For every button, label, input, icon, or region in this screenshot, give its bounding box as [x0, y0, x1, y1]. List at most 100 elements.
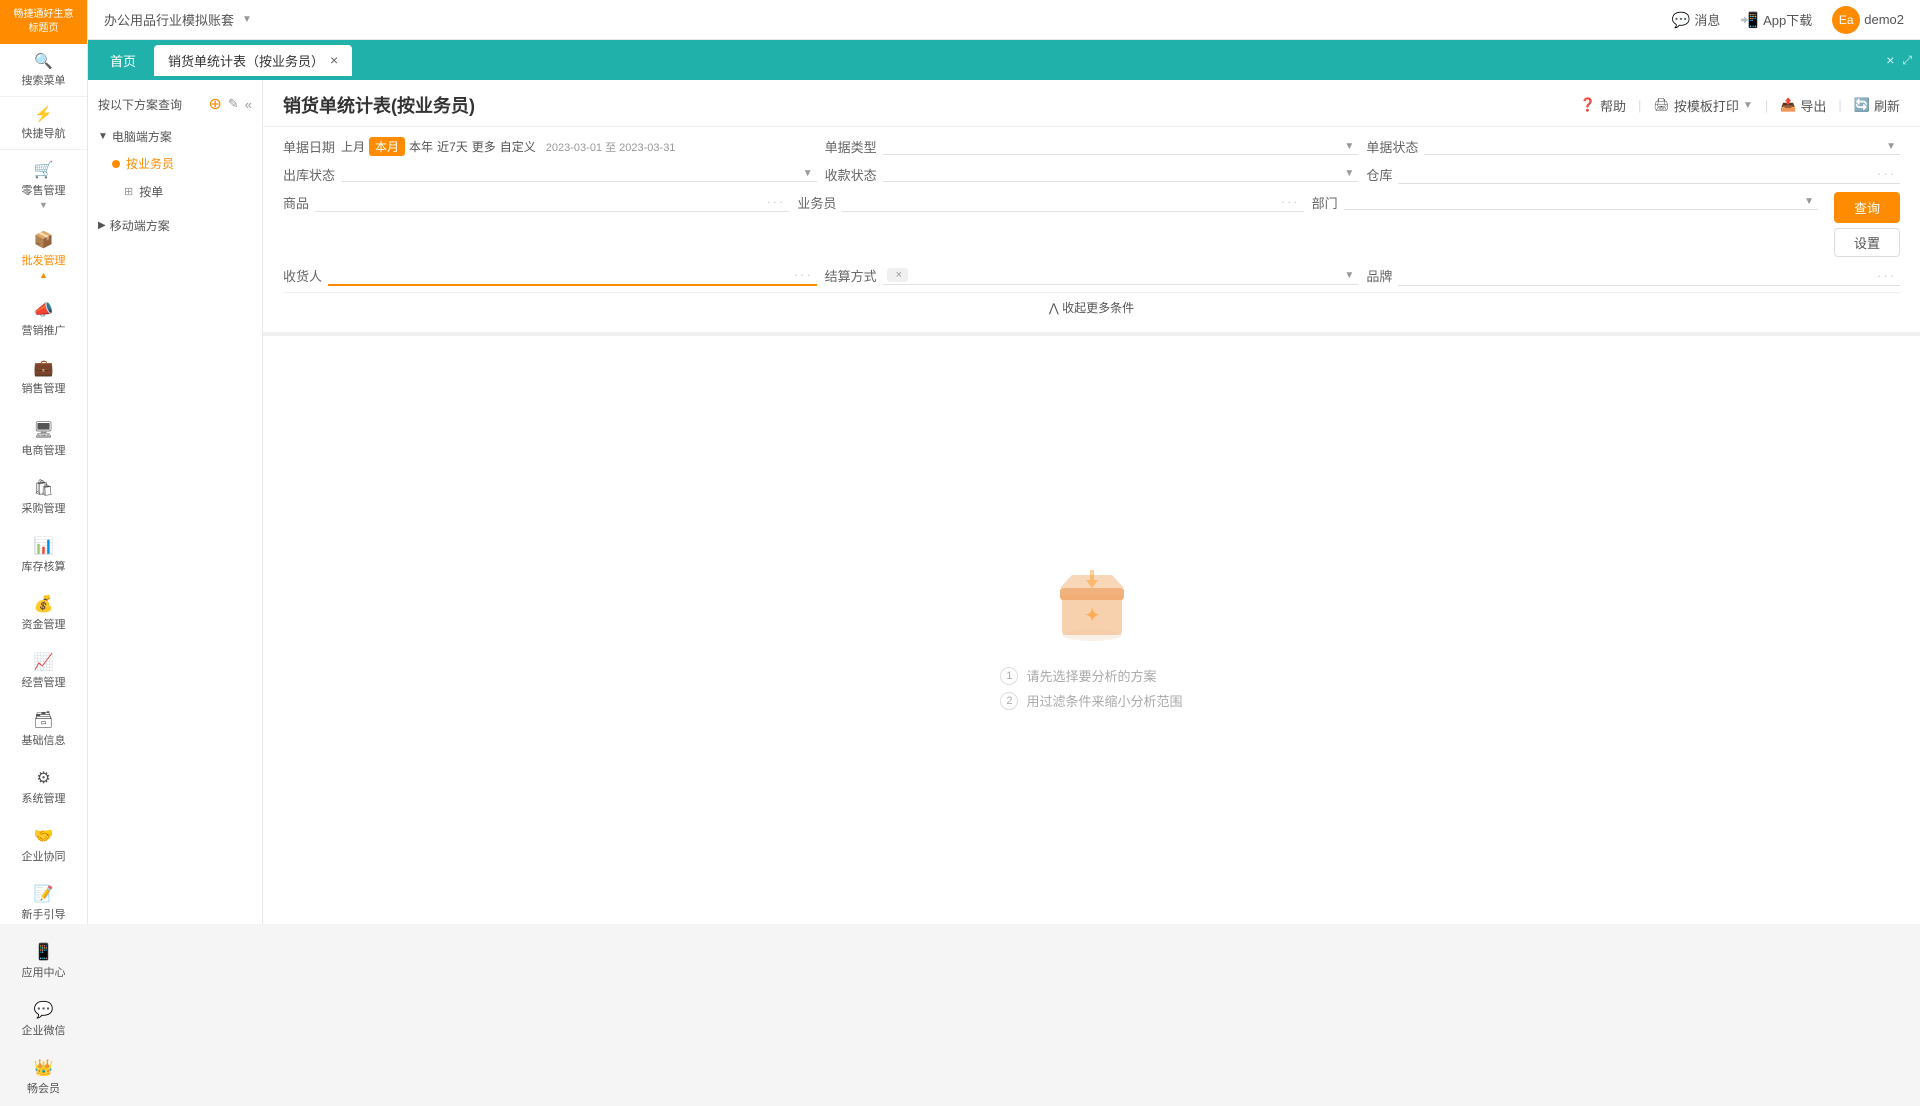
sidebar-item-appcenter[interactable]: 📱 应用中心: [0, 932, 87, 990]
right-panel: 销货单统计表(按业务员) ❓ 帮助 | 🖨 按模板打印 ▼ | 📤: [263, 80, 1920, 924]
export-icon: 📤: [1780, 97, 1796, 113]
doc-status-select[interactable]: ▼: [1424, 139, 1900, 155]
app-download-btn[interactable]: 📲 App下载: [1740, 10, 1812, 29]
desktop-scheme-header[interactable]: ▼ 电脑端方案: [88, 124, 262, 149]
search-button[interactable]: 查询: [1834, 192, 1900, 223]
department-select[interactable]: ▼: [1344, 194, 1818, 210]
download-icon: 📲: [1740, 11, 1759, 29]
sidebar-item-operations[interactable]: 📈 经营管理: [0, 642, 87, 700]
settlement-filter: 结算方式 × ▼: [825, 266, 1359, 285]
left-panel-actions: ⊕ ✎ «: [208, 94, 252, 114]
export-btn[interactable]: 📤 导出: [1780, 96, 1826, 115]
settlement-tag-close[interactable]: ×: [896, 269, 902, 281]
sidebar-item-weixin[interactable]: 💬 企业微信: [0, 990, 87, 1048]
sidebar-item-sales[interactable]: 💼 销售管理: [0, 348, 87, 406]
collapse-icon: ⋀: [1049, 301, 1059, 315]
refresh-label: 刷新: [1874, 96, 1900, 115]
scheme-salesman-label: 按业务员: [126, 155, 174, 172]
tab-home[interactable]: 首页: [96, 45, 150, 76]
brand-dots: ···: [1877, 268, 1896, 283]
tab-close-icon[interactable]: ×: [330, 52, 338, 68]
brand-label: 品牌: [1366, 266, 1392, 285]
settlement-arrow[interactable]: ▼: [1344, 270, 1354, 281]
doc-status-arrow: ▼: [1886, 141, 1896, 152]
template-print-btn[interactable]: 🖨 按模板打印 ▼: [1653, 96, 1752, 115]
collapse-conditions-btn[interactable]: ⋀ 收起更多条件: [283, 292, 1900, 322]
desktop-scheme-group: ▼ 电脑端方案 按业务员 ⊞ 按单: [88, 120, 262, 209]
sidebar-item-inventory[interactable]: 📊 库存核算: [0, 526, 87, 584]
weixin-icon: 💬: [34, 1000, 54, 1020]
warehouse-input[interactable]: ···: [1398, 164, 1900, 184]
date-tab-custom[interactable]: 自定义: [500, 138, 536, 155]
add-scheme-icon[interactable]: ⊕: [208, 94, 221, 114]
setting-button[interactable]: 设置: [1834, 228, 1900, 257]
divider-1: |: [1638, 98, 1641, 113]
tab-close-window-btn[interactable]: ×: [1886, 52, 1894, 68]
appcenter-icon: 📱: [34, 942, 54, 962]
sidebar-quick-nav[interactable]: ⚡ 快捷导航: [0, 97, 87, 150]
warehouse-label: 仓库: [1366, 165, 1392, 184]
doc-status-filter: 单据状态 ▼: [1366, 137, 1900, 156]
brand-input[interactable]: ···: [1398, 266, 1900, 286]
collapse-panel-icon[interactable]: «: [245, 97, 252, 112]
date-tab-this-year[interactable]: 本年: [409, 138, 433, 155]
salesman-label: 业务员: [797, 193, 836, 212]
mobile-scheme-header[interactable]: ▶ 移动端方案: [88, 213, 262, 238]
page-actions: ❓ 帮助 | 🖨 按模板打印 ▼ | 📤 导出 |: [1580, 96, 1900, 115]
empty-step-1: 1 请先选择要分析的方案: [1000, 666, 1182, 685]
sidebar-item-basic[interactable]: 🗃 基础信息: [0, 700, 87, 758]
sidebar-logo[interactable]: 畅捷通好生意标题页: [0, 0, 87, 44]
mobile-scheme-arrow: ▶: [98, 220, 106, 231]
filter-area: 单据日期 上月 本月 本年 近7天 更多 自定义 2023-03-01 至 20…: [263, 127, 1920, 332]
sidebar-item-retail[interactable]: 🛒 零售管理 ▼: [0, 150, 87, 220]
sidebar-item-newbie[interactable]: 📝 新手引导: [0, 874, 87, 932]
sidebar-search-menu[interactable]: 🔍 搜索菜单: [0, 44, 87, 97]
sidebar-item-vip[interactable]: 👑 畅会员: [0, 1048, 87, 1106]
settlement-label: 结算方式: [825, 266, 877, 285]
search-label: 搜索菜单: [4, 72, 83, 88]
finance-icon: 💰: [34, 594, 54, 614]
edit-scheme-icon[interactable]: ✎: [228, 96, 239, 112]
sidebar-item-wholesale[interactable]: 📦 批发管理 ▲: [0, 220, 87, 290]
date-tab-this-month[interactable]: 本月: [369, 137, 405, 156]
step-2-text: 用过滤条件来缩小分析范围: [1026, 691, 1182, 710]
receiver-input[interactable]: ···: [328, 265, 817, 286]
date-tab-last-month[interactable]: 上月: [341, 138, 365, 155]
enterprise-icon: 🤝: [34, 826, 54, 846]
out-status-label: 出库状态: [283, 165, 335, 184]
sidebar-item-ecommerce[interactable]: 🖥 电商管理: [0, 410, 87, 468]
sidebar-item-purchase[interactable]: 🛍 采购管理: [0, 468, 87, 526]
header-dropdown-arrow[interactable]: ▼: [242, 14, 252, 25]
sidebar-item-finance[interactable]: 💰 资金管理: [0, 584, 87, 642]
newbie-icon: 📝: [34, 884, 54, 904]
goods-input[interactable]: ···: [315, 192, 789, 212]
doc-type-select[interactable]: ▼: [883, 139, 1359, 155]
out-status-select[interactable]: ▼: [341, 166, 817, 182]
tab-maximize-btn[interactable]: ⤢: [1902, 53, 1912, 68]
scheme-item-by-salesman[interactable]: 按业务员: [88, 149, 262, 178]
doc-type-label: 单据类型: [825, 137, 877, 156]
goods-filter: 商品 ···: [283, 192, 789, 212]
refresh-btn[interactable]: 🔄 刷新: [1854, 96, 1900, 115]
messages-btn[interactable]: 💬 消息: [1672, 10, 1721, 29]
username: demo2: [1864, 12, 1904, 27]
salesman-input[interactable]: ···: [842, 192, 1303, 212]
sidebar-item-system[interactable]: ⚙ 系统管理: [0, 758, 87, 816]
sidebar-item-marketing[interactable]: 📣 营销推广: [0, 290, 87, 348]
sidebar-logo-text: 畅捷通好生意标题页: [4, 8, 83, 36]
date-tab-more[interactable]: 更多: [472, 138, 496, 155]
scheme-sub-item-by-doc[interactable]: ⊞ 按单: [88, 178, 262, 205]
svg-text:✦: ✦: [1084, 605, 1101, 627]
warehouse-dots: ···: [1877, 166, 1896, 181]
collect-status-select[interactable]: ▼: [883, 166, 1359, 182]
step-1-text: 请先选择要分析的方案: [1026, 666, 1156, 685]
date-tab-7days[interactable]: 近7天: [437, 138, 468, 155]
app-download-label: App下载: [1763, 10, 1812, 29]
help-btn[interactable]: ❓ 帮助: [1580, 96, 1626, 115]
user-profile[interactable]: Ea demo2: [1832, 6, 1904, 34]
tab-sales-stats[interactable]: 销货单统计表（按业务员） ×: [154, 45, 352, 76]
date-tabs: 上月 本月 本年 近7天 更多 自定义: [341, 137, 536, 156]
retail-icon: 🛒: [34, 160, 54, 180]
sidebar-item-enterprise[interactable]: 🤝 企业协同: [0, 816, 87, 874]
export-label: 导出: [1800, 96, 1826, 115]
